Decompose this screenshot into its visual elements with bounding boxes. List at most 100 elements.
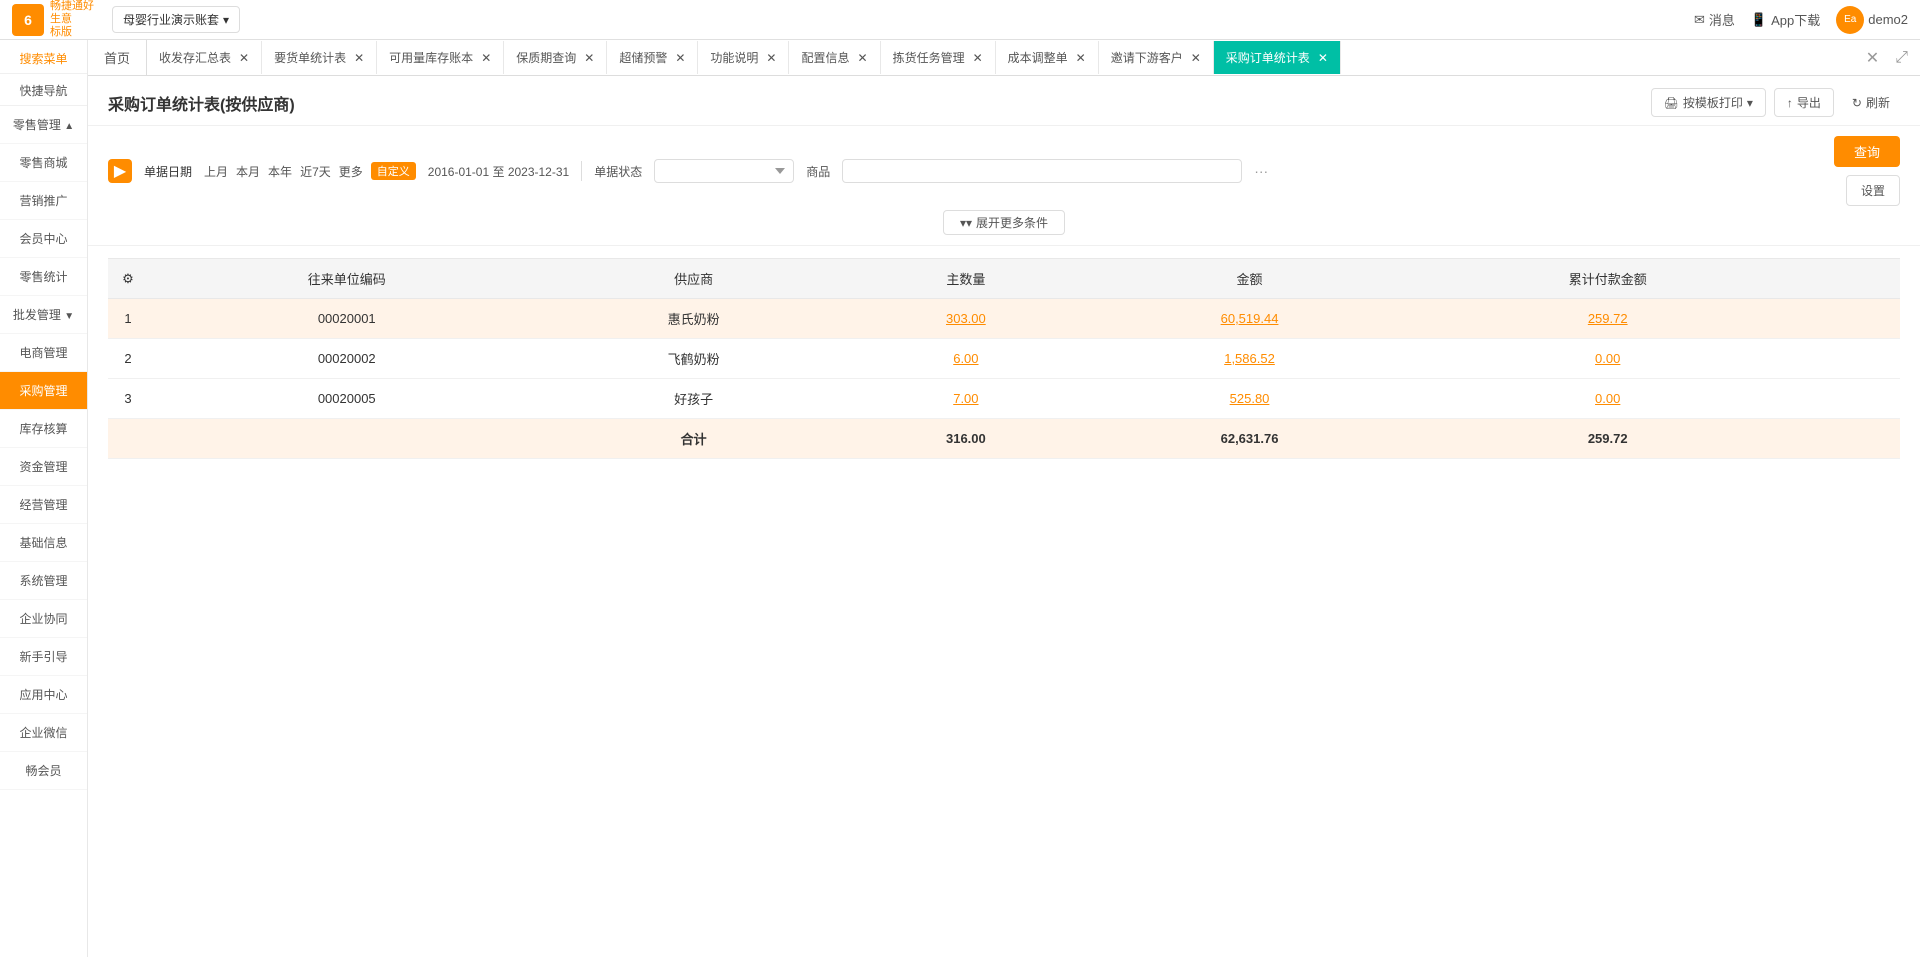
shortcut-more[interactable]: 更多 — [339, 163, 363, 180]
tab-expiry-query[interactable]: 保质期查询 ✕ — [504, 41, 607, 74]
row-paid[interactable]: 0.00 — [1409, 339, 1806, 379]
tab-close-expiry-query[interactable]: ✕ — [584, 51, 594, 65]
sidebar-item-enterprise-collab[interactable]: 企业协同 — [0, 600, 87, 638]
col-settings[interactable]: ⚙ — [108, 259, 148, 299]
tab-restore-button[interactable]: ⤢ — [1891, 45, 1912, 71]
tab-close-config-info[interactable]: ✕ — [858, 51, 868, 65]
sidebar: 搜索菜单 快捷导航 零售管理 ▲ 零售商城 营销推广 会员中心 零售统计 批发管… — [0, 40, 88, 957]
tab-cost-adjust[interactable]: 成本调整单 ✕ — [996, 41, 1099, 74]
row-quantity[interactable]: 303.00 — [842, 299, 1090, 339]
tab-close-all-button[interactable]: ✕ — [1862, 44, 1883, 72]
table-row: 3 00020005 好孩子 7.00 525.80 0.00 — [108, 379, 1900, 419]
sidebar-item-app-center[interactable]: 应用中心 — [0, 676, 87, 714]
tab-available-inventory[interactable]: 可用量库存账本 ✕ — [377, 41, 504, 74]
sidebar-item-wholesale-mgmt[interactable]: 批发管理 ▼ — [0, 296, 87, 334]
table-header-row: ⚙ 往来单位编码 供应商 主数量 金额 累计付款金额 — [108, 259, 1900, 299]
export-button[interactable]: ↑ 导出 — [1774, 88, 1834, 117]
tab-receive-summary[interactable]: 收发存汇总表 ✕ — [147, 41, 262, 74]
tab-home[interactable]: 首页 — [88, 40, 147, 75]
row-paid[interactable]: 259.72 — [1409, 299, 1806, 339]
sidebar-item-purchase-mgmt[interactable]: 采购管理 — [0, 372, 87, 410]
row-amount[interactable]: 525.80 — [1090, 379, 1409, 419]
expand-btn-row: ▾▾ 展开更多条件 — [108, 210, 1900, 235]
row-amount[interactable]: 1,586.52 — [1090, 339, 1409, 379]
logo: 6 畅捷通好生意 标版 — [12, 0, 100, 39]
expand-conditions-button[interactable]: ▾▾ 展开更多条件 — [943, 210, 1065, 235]
sidebar-item-member[interactable]: 畅会员 — [0, 752, 87, 790]
tab-pick-task-mgmt[interactable]: 拣货任务管理 ✕ — [881, 41, 996, 74]
sidebar-item-basic-info[interactable]: 基础信息 — [0, 524, 87, 562]
tab-close-invite-downstream[interactable]: ✕ — [1191, 51, 1201, 65]
data-table: ⚙ 往来单位编码 供应商 主数量 金额 累计付款金额 1 — [108, 258, 1900, 459]
content-area: 首页 收发存汇总表 ✕ 要货单统计表 ✕ 可用量库存账本 ✕ 保质期查询 ✕ 超… — [88, 40, 1920, 957]
date-range-container: 2016-01-01 至 2023-12-31 — [428, 163, 569, 180]
logo-icon: 6 — [12, 4, 44, 36]
tab-config-info[interactable]: 配置信息 ✕ — [789, 41, 880, 74]
sidebar-search[interactable]: 搜索菜单 — [0, 40, 87, 74]
col-supplier: 供应商 — [545, 259, 841, 299]
tab-close-pick-task-mgmt[interactable]: ✕ — [973, 51, 983, 65]
header-actions: 🖨 按模板打印 ▾ ↑ 导出 ↻ 刷新 — [1651, 88, 1900, 117]
tab-invite-downstream[interactable]: 邀请下游客户 ✕ — [1099, 41, 1214, 74]
sidebar-item-new-guide[interactable]: 新手引导 — [0, 638, 87, 676]
goods-input[interactable] — [842, 159, 1242, 183]
filter-toggle-button[interactable]: ▶ — [108, 159, 132, 183]
tab-close-available-inventory[interactable]: ✕ — [481, 51, 491, 65]
sidebar-item-member-center[interactable]: 会员中心 — [0, 220, 87, 258]
sidebar-item-retail-mgmt[interactable]: 零售管理 ▲ — [0, 106, 87, 144]
filter-area: ▶ 单据日期 上月 本月 本年 近7天 更多 自定义 2016-01-01 至 … — [88, 126, 1920, 246]
row-no: 3 — [108, 379, 148, 419]
tab-close-demand-summary[interactable]: ✕ — [354, 51, 364, 65]
tab-close-cost-adjust[interactable]: ✕ — [1076, 51, 1086, 65]
row-supplier: 惠氏奶粉 — [545, 299, 841, 339]
print-button[interactable]: 🖨 按模板打印 ▾ — [1651, 88, 1766, 117]
row-quantity[interactable]: 6.00 — [842, 339, 1090, 379]
refresh-button[interactable]: ↻ 刷新 — [1842, 89, 1900, 116]
footer-label: 合计 — [545, 419, 841, 459]
status-select[interactable] — [654, 159, 794, 183]
sidebar-item-system-mgmt[interactable]: 系统管理 — [0, 562, 87, 600]
avatar: Ea — [1836, 6, 1864, 34]
footer-paid: 259.72 — [1409, 419, 1806, 459]
row-amount[interactable]: 60,519.44 — [1090, 299, 1409, 339]
goods-more-icon[interactable]: ··· — [1254, 163, 1268, 179]
tab-close-receive-summary[interactable]: ✕ — [239, 51, 249, 65]
tab-purchase-order-summary[interactable]: 采购订单统计表 ✕ — [1214, 41, 1341, 74]
row-paid[interactable]: 0.00 — [1409, 379, 1806, 419]
sidebar-item-retail-stats[interactable]: 零售统计 — [0, 258, 87, 296]
tab-bar: 首页 收发存汇总表 ✕ 要货单统计表 ✕ 可用量库存账本 ✕ 保质期查询 ✕ 超… — [88, 40, 1920, 76]
tab-close-overstock-warning[interactable]: ✕ — [675, 51, 685, 65]
shortcut-last-7-days[interactable]: 近7天 — [300, 163, 331, 180]
shortcut-custom[interactable]: 自定义 — [371, 162, 416, 180]
sidebar-nav[interactable]: 快捷导航 — [0, 74, 87, 106]
shortcut-this-month[interactable]: 本月 — [236, 163, 260, 180]
col-paid: 累计付款金额 — [1409, 259, 1806, 299]
user-menu[interactable]: Ea demo2 — [1836, 6, 1908, 34]
tab-demand-summary[interactable]: 要货单统计表 ✕ — [262, 41, 377, 74]
app-download-button[interactable]: 📱 App下载 — [1751, 10, 1820, 29]
top-right: ✉ 消息 📱 App下载 Ea demo2 — [1694, 6, 1908, 34]
page-title: 采购订单统计表(按供应商) — [108, 91, 295, 115]
tab-close-feature-desc[interactable]: ✕ — [766, 51, 776, 65]
industry-selector[interactable]: 母婴行业演示账套 ▾ — [112, 6, 240, 33]
settings-icon[interactable]: ⚙ — [122, 271, 134, 286]
query-actions: 查询 设置 — [1834, 136, 1900, 206]
row-quantity[interactable]: 7.00 — [842, 379, 1090, 419]
sidebar-item-finance-mgmt[interactable]: 资金管理 — [0, 448, 87, 486]
message-button[interactable]: ✉ 消息 — [1694, 10, 1735, 29]
sidebar-item-marketing[interactable]: 营销推广 — [0, 182, 87, 220]
sidebar-item-operations-mgmt[interactable]: 经营管理 — [0, 486, 87, 524]
sidebar-item-retail-store[interactable]: 零售商城 — [0, 144, 87, 182]
sidebar-item-ecommerce-mgmt[interactable]: 电商管理 — [0, 334, 87, 372]
settings-button[interactable]: 设置 — [1846, 175, 1900, 206]
query-button[interactable]: 查询 — [1834, 136, 1900, 167]
row-supplier: 好孩子 — [545, 379, 841, 419]
tab-feature-desc[interactable]: 功能说明 ✕ — [698, 41, 789, 74]
sidebar-item-enterprise-wechat[interactable]: 企业微信 — [0, 714, 87, 752]
sidebar-item-inventory-check[interactable]: 库存核算 — [0, 410, 87, 448]
col-amount: 金额 — [1090, 259, 1409, 299]
shortcut-last-month[interactable]: 上月 — [204, 163, 228, 180]
shortcut-this-year[interactable]: 本年 — [268, 163, 292, 180]
tab-overstock-warning[interactable]: 超储预警 ✕ — [607, 41, 698, 74]
tab-close-purchase-order-summary[interactable]: ✕ — [1318, 51, 1328, 65]
